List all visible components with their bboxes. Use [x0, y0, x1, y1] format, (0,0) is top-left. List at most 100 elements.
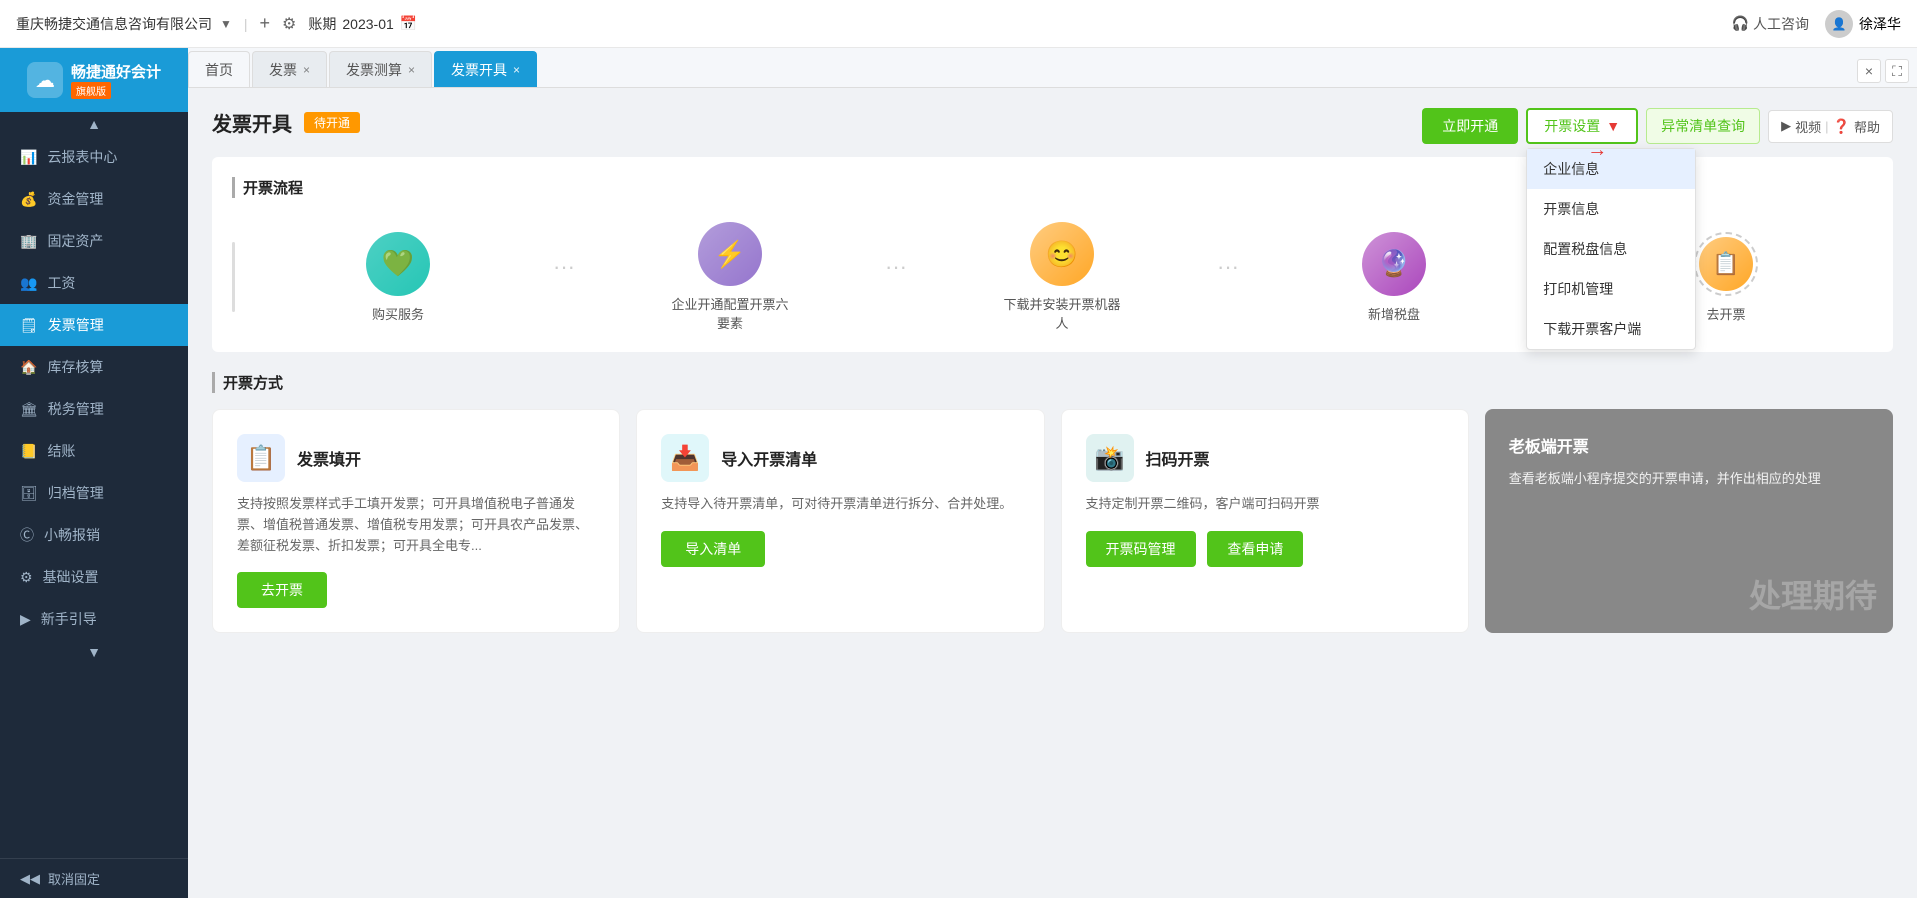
qr-management-btn[interactable]: 开票码管理 [1086, 531, 1196, 567]
logo-badge: 旗舰版 [71, 82, 111, 99]
settings-btn-arrow: ▼ [1606, 118, 1620, 134]
company-selector[interactable]: 重庆畅捷交通信息咨询有限公司 ▼ [16, 14, 232, 34]
tab-maximize-btn[interactable]: ⛶ [1885, 59, 1909, 83]
account-icon: 📒 [20, 443, 37, 460]
page-content: 发票开具 待开通 立即开通 开票设置 ▼ → [188, 88, 1917, 898]
method-card-manual-fill: 📋 发票填开 支持按照发票样式手工填开发票；可开具增值税电子普通发票、增值税普通… [212, 409, 620, 633]
sidebar-item-cloud-report[interactable]: 📊 云报表中心 [0, 136, 188, 178]
logo-icon: ☁ [27, 62, 63, 98]
sidebar-item-report-sale[interactable]: Ⓒ 小畅报销 [0, 514, 188, 556]
sidebar-scroll-up[interactable]: ▲ [0, 112, 188, 136]
sidebar-label-report-sale: 小畅报销 [44, 525, 100, 545]
help-icon: ❓ [1833, 118, 1850, 135]
tax-icon: 🏛 [20, 401, 38, 418]
sidebar-cancel-fixed[interactable]: ◀◀ 取消固定 [0, 858, 188, 898]
method-card-boss-issue: 老板端开票 查看老板端小程序提交的开票申请，并作出相应的处理 处理期待 [1485, 409, 1893, 633]
flow-step-buy-service: 💚 购买服务 [251, 232, 545, 323]
printer-label: 打印机管理 [1543, 281, 1613, 297]
import-list-title: 导入开票清单 [721, 446, 817, 470]
add-company-btn[interactable]: + [260, 13, 271, 34]
sidebar-label-payroll: 工资 [47, 273, 75, 293]
flow-step-robot: 😊 下载并安装开票机器人 [915, 222, 1209, 332]
dropdown-item-company-info[interactable]: 企业信息 [1527, 149, 1695, 189]
manual-fill-btn[interactable]: 去开票 [237, 572, 327, 608]
tax-disk-step-icon: 🔮 [1362, 232, 1426, 296]
import-list-icon: 📥 [661, 434, 709, 482]
cancel-fixed-icon: ◀◀ [20, 871, 40, 887]
flow-step-tax-disk: 🔮 新增税盘 [1247, 232, 1541, 323]
report-sale-icon: Ⓒ [20, 525, 34, 545]
flow-connector-1: ··· [553, 254, 575, 280]
tab-invoice-issue[interactable]: 发票开具 × [434, 51, 537, 87]
logo-title: 畅捷通好会计 [71, 61, 161, 82]
settings-btn[interactable]: 开票设置 ▼ [1526, 108, 1638, 144]
flow-line [232, 242, 235, 312]
sidebar-label-inventory: 库存核算 [47, 357, 103, 377]
company-dropdown-icon: ▼ [220, 17, 232, 31]
sidebar-label-invoice: 发票管理 [48, 315, 104, 335]
sidebar-label-account: 结账 [47, 441, 75, 461]
tab-invoice-calc-label: 发票测算 [346, 60, 402, 80]
headset-icon: 🎧 [1732, 15, 1749, 32]
invoice-info-label: 开票信息 [1543, 201, 1599, 217]
sidebar-item-fixed-assets[interactable]: 🏢 固定资产 [0, 220, 188, 262]
methods-section: 开票方式 📋 发票填开 支持按照发票样式手工填开发票；可开具增值税电子普通发票、… [212, 372, 1893, 633]
dropdown-arrow-indicator: → [1587, 139, 1607, 162]
service-btn[interactable]: 🎧 人工咨询 [1732, 14, 1809, 34]
company-info-label: 企业信息 [1543, 161, 1599, 177]
anomaly-btn[interactable]: 异常清单查询 [1646, 108, 1760, 144]
tab-invoice-close[interactable]: × [303, 63, 310, 77]
page-toolbar: 立即开通 开票设置 ▼ → 企业信息 开 [1422, 108, 1893, 144]
tab-invoice[interactable]: 发票 × [252, 51, 327, 87]
issue-icon-wrapper: 📋 [1694, 232, 1758, 296]
tab-invoice-issue-label: 发票开具 [451, 60, 507, 80]
sidebar-item-account[interactable]: 📒 结账 [0, 430, 188, 472]
method-card-import-header: 📥 导入开票清单 [661, 434, 1019, 482]
tab-close-all-btn[interactable]: × [1857, 59, 1881, 83]
sidebar-logo: ☁ 畅捷通好会计 旗舰版 [0, 48, 188, 112]
view-apply-btn[interactable]: 查看申请 [1207, 531, 1303, 567]
method-card-scan-header: 📸 扫码开票 [1086, 434, 1444, 482]
service-label: 人工咨询 [1753, 14, 1809, 34]
activate-btn[interactable]: 立即开通 [1422, 108, 1518, 144]
tab-home[interactable]: 首页 [188, 51, 250, 87]
archive-icon: 🗄 [20, 485, 38, 502]
dropdown-item-download-client[interactable]: 下载开票客户端 [1527, 309, 1695, 349]
dropdown-item-tax-disk[interactable]: 配置税盘信息 [1527, 229, 1695, 269]
sidebar-item-capital[interactable]: 💰 资金管理 [0, 178, 188, 220]
sidebar-scroll-down[interactable]: ▼ [0, 640, 188, 664]
sidebar-item-settings[interactable]: ⚙ 基础设置 [0, 556, 188, 598]
top-bar: 重庆畅捷交通信息咨询有限公司 ▼ | + ⚙ 账期 2023-01 📅 🎧 人工… [0, 0, 1917, 48]
scan-code-icon: 📸 [1086, 434, 1134, 482]
sidebar-item-inventory[interactable]: 🏠 库存核算 [0, 346, 188, 388]
import-list-btn[interactable]: 导入清单 [661, 531, 765, 567]
avatar: 👤 [1825, 10, 1853, 38]
capital-icon: 💰 [20, 191, 37, 208]
buy-service-label: 购买服务 [372, 304, 424, 323]
robot-label: 下载并安装开票机器人 [1002, 294, 1122, 332]
main-layout: ☁ 畅捷通好会计 旗舰版 ▲ 📊 云报表中心 💰 资金管理 🏢 固定资产 👥 工… [0, 48, 1917, 898]
tab-invoice-calc[interactable]: 发票测算 × [329, 51, 432, 87]
boss-issue-title: 老板端开票 [1509, 433, 1589, 457]
logo-text-wrapper: 畅捷通好会计 旗舰版 [71, 61, 161, 99]
tab-invoice-issue-close[interactable]: × [513, 63, 520, 77]
sidebar-item-archive[interactable]: 🗄 归档管理 [0, 472, 188, 514]
issue-icon: 📋 [1699, 237, 1753, 291]
sidebar-item-tax[interactable]: 🏛 税务管理 [0, 388, 188, 430]
tab-invoice-calc-close[interactable]: × [408, 63, 415, 77]
cloud-report-icon: 📊 [20, 149, 37, 166]
method-card-boss-header: 老板端开票 [1509, 433, 1869, 457]
calendar-icon[interactable]: 📅 [400, 15, 417, 32]
user-menu[interactable]: 👤 徐泽华 [1825, 10, 1901, 38]
settings-dropdown-wrapper: 开票设置 ▼ → 企业信息 开票信息 配置税 [1526, 108, 1638, 144]
sidebar-item-invoice[interactable]: 🗒 发票管理 [0, 304, 188, 346]
settings-icon[interactable]: ⚙ [282, 14, 296, 34]
dropdown-item-printer[interactable]: 打印机管理 [1527, 269, 1695, 309]
dropdown-item-invoice-info[interactable]: 开票信息 [1527, 189, 1695, 229]
sidebar-item-guide[interactable]: ▶ 新手引导 [0, 598, 188, 640]
video-btn[interactable]: ▶ 视频 | ❓ 帮助 [1768, 110, 1893, 143]
manual-fill-desc: 支持按照发票样式手工填开发票；可开具增值税电子普通发票、增值税普通发票、增值税专… [237, 494, 595, 556]
sidebar-item-payroll[interactable]: 👥 工资 [0, 262, 188, 304]
method-card-scan-code: 📸 扫码开票 支持定制开票二维码，客户端可扫码开票 开票码管理 查看申请 [1061, 409, 1469, 633]
account-period: 账期 2023-01 📅 [308, 14, 417, 34]
